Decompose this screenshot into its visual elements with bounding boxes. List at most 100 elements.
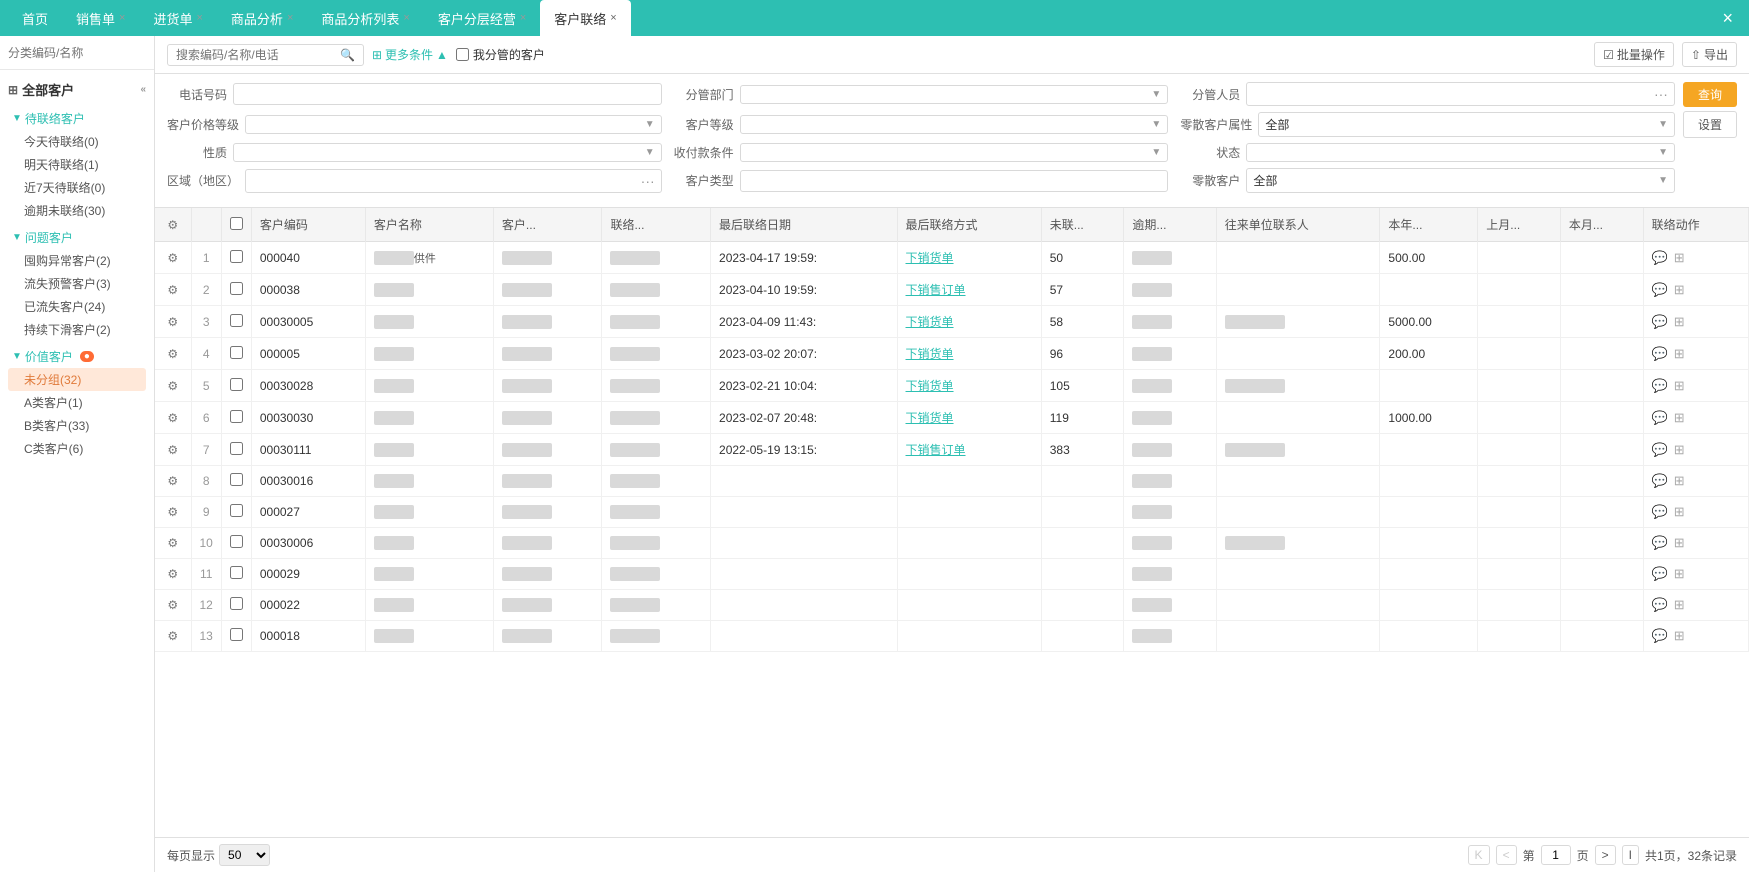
row-gear[interactable]: ⚙ [155, 402, 191, 434]
tab-product-analysis-close[interactable]: × [287, 12, 293, 24]
sidebar-item-class-c[interactable]: C类客户(6) [8, 437, 146, 460]
row-check[interactable] [221, 466, 251, 497]
tab-customer-contact[interactable]: 客户联络 × [540, 0, 630, 36]
message-icon[interactable]: 💬 [1652, 597, 1668, 613]
first-page-button[interactable]: K [1468, 845, 1490, 865]
more-icon[interactable]: ⊞ [1674, 473, 1685, 489]
row-gear[interactable]: ⚙ [155, 338, 191, 370]
more-icon[interactable]: ⊞ [1674, 535, 1685, 551]
customer-level-select[interactable]: ▼ [740, 115, 1169, 134]
row-checkbox[interactable] [230, 282, 243, 295]
row-checkbox[interactable] [230, 473, 243, 486]
tab-customer-contact-close[interactable]: × [610, 12, 616, 24]
message-icon[interactable]: 💬 [1652, 566, 1668, 582]
more-icon[interactable]: ⊞ [1674, 566, 1685, 582]
row-check[interactable] [221, 434, 251, 466]
message-icon[interactable]: 💬 [1652, 442, 1668, 458]
row-check[interactable] [221, 590, 251, 621]
row-checkbox[interactable] [230, 628, 243, 641]
sidebar-group-value-title[interactable]: ▼ 价值客户 ● [8, 345, 146, 368]
tab-customer-segment-close[interactable]: × [520, 12, 526, 24]
scatter-attr-select[interactable]: 全部 ▼ [1258, 112, 1675, 137]
price-level-select[interactable]: ▼ [245, 115, 662, 134]
row-gear[interactable]: ⚙ [155, 242, 191, 274]
last-page-button[interactable]: I [1622, 845, 1639, 865]
row-checkbox[interactable] [230, 566, 243, 579]
sidebar-search-input[interactable] [8, 46, 155, 60]
tab-purchase-close[interactable]: × [196, 12, 202, 24]
row-gear[interactable]: ⚙ [155, 434, 191, 466]
row-gear[interactable]: ⚙ [155, 274, 191, 306]
row-gear[interactable]: ⚙ [155, 621, 191, 652]
sidebar-item-class-a[interactable]: A类客户(1) [8, 391, 146, 414]
sidebar-item-churn-warn[interactable]: 流失预警客户(3) [8, 272, 146, 295]
more-icon[interactable]: ⊞ [1674, 410, 1685, 426]
row-gear[interactable]: ⚙ [155, 497, 191, 528]
tab-sales[interactable]: 销售单 × [62, 0, 139, 36]
row-check[interactable] [221, 621, 251, 652]
more-icon[interactable]: ⊞ [1674, 628, 1685, 644]
message-icon[interactable]: 💬 [1652, 473, 1668, 489]
message-icon[interactable]: 💬 [1652, 628, 1668, 644]
status-select[interactable]: ▼ [1246, 143, 1675, 162]
export-button[interactable]: ⇧ 导出 [1682, 42, 1737, 67]
batch-operation-button[interactable]: ☑ 批量操作 [1594, 42, 1674, 67]
row-check[interactable] [221, 402, 251, 434]
row-gear[interactable]: ⚙ [155, 590, 191, 621]
filter-search-input[interactable] [176, 48, 336, 62]
page-number-input[interactable] [1541, 845, 1571, 865]
tab-customer-segment[interactable]: 客户分层经营 × [424, 0, 540, 36]
row-checkbox[interactable] [230, 250, 243, 263]
message-icon[interactable]: 💬 [1652, 346, 1668, 362]
message-icon[interactable]: 💬 [1652, 504, 1668, 520]
phone-input[interactable] [233, 83, 662, 105]
query-button[interactable]: 查询 [1683, 82, 1737, 107]
row-check[interactable] [221, 242, 251, 274]
row-gear[interactable]: ⚙ [155, 370, 191, 402]
sidebar-item-overdue[interactable]: 逾期未联络(30) [8, 199, 146, 222]
payment-select[interactable]: ▼ [740, 143, 1169, 162]
message-icon[interactable]: 💬 [1652, 282, 1668, 298]
message-icon[interactable]: 💬 [1652, 410, 1668, 426]
tab-purchase[interactable]: 进货单 × [139, 0, 216, 36]
message-icon[interactable]: 💬 [1652, 378, 1668, 394]
row-gear[interactable]: ⚙ [155, 528, 191, 559]
row-check[interactable] [221, 274, 251, 306]
customer-type-input[interactable] [740, 170, 1169, 192]
row-checkbox[interactable] [230, 442, 243, 455]
more-icon[interactable]: ⊞ [1674, 250, 1685, 266]
more-icon[interactable]: ⊞ [1674, 346, 1685, 362]
row-check[interactable] [221, 497, 251, 528]
tab-product-list[interactable]: 商品分析列表 × [307, 0, 423, 36]
message-icon[interactable]: 💬 [1652, 535, 1668, 551]
row-checkbox[interactable] [230, 504, 243, 517]
region-ellipsis-icon[interactable]: ··· [641, 173, 655, 189]
select-all-checkbox[interactable] [230, 217, 243, 230]
prev-page-button[interactable]: < [1496, 845, 1517, 865]
my-customers-input[interactable] [456, 48, 469, 61]
sidebar-group-problem-title[interactable]: ▼ 问题客户 [8, 226, 146, 249]
row-check[interactable] [221, 306, 251, 338]
row-gear[interactable]: ⚙ [155, 306, 191, 338]
sidebar-item-churned[interactable]: 已流失客户(24) [8, 295, 146, 318]
tab-home[interactable]: 首页 [8, 0, 62, 36]
sidebar-item-today[interactable]: 今天待联络(0) [8, 130, 146, 153]
row-checkbox[interactable] [230, 346, 243, 359]
row-checkbox[interactable] [230, 410, 243, 423]
more-icon[interactable]: ⊞ [1674, 442, 1685, 458]
message-icon[interactable]: 💬 [1652, 250, 1668, 266]
sidebar-item-class-b[interactable]: B类客户(33) [8, 414, 146, 437]
reset-button[interactable]: 设置 [1683, 111, 1737, 138]
region-select[interactable]: ··· [245, 169, 662, 193]
more-icon[interactable]: ⊞ [1674, 314, 1685, 330]
close-all-button[interactable]: × [1714, 8, 1741, 29]
dept-select[interactable]: ▼ [740, 85, 1169, 104]
row-checkbox[interactable] [230, 535, 243, 548]
row-gear[interactable]: ⚙ [155, 559, 191, 590]
sidebar-item-abnormal[interactable]: 囤购异常客户(2) [8, 249, 146, 272]
more-filter-button[interactable]: ⊞ 更多条件 ▲ [372, 46, 448, 63]
person-ellipsis-icon[interactable]: ··· [1654, 86, 1668, 102]
row-check[interactable] [221, 370, 251, 402]
more-icon[interactable]: ⊞ [1674, 378, 1685, 394]
th-gear[interactable]: ⚙ [155, 208, 191, 242]
